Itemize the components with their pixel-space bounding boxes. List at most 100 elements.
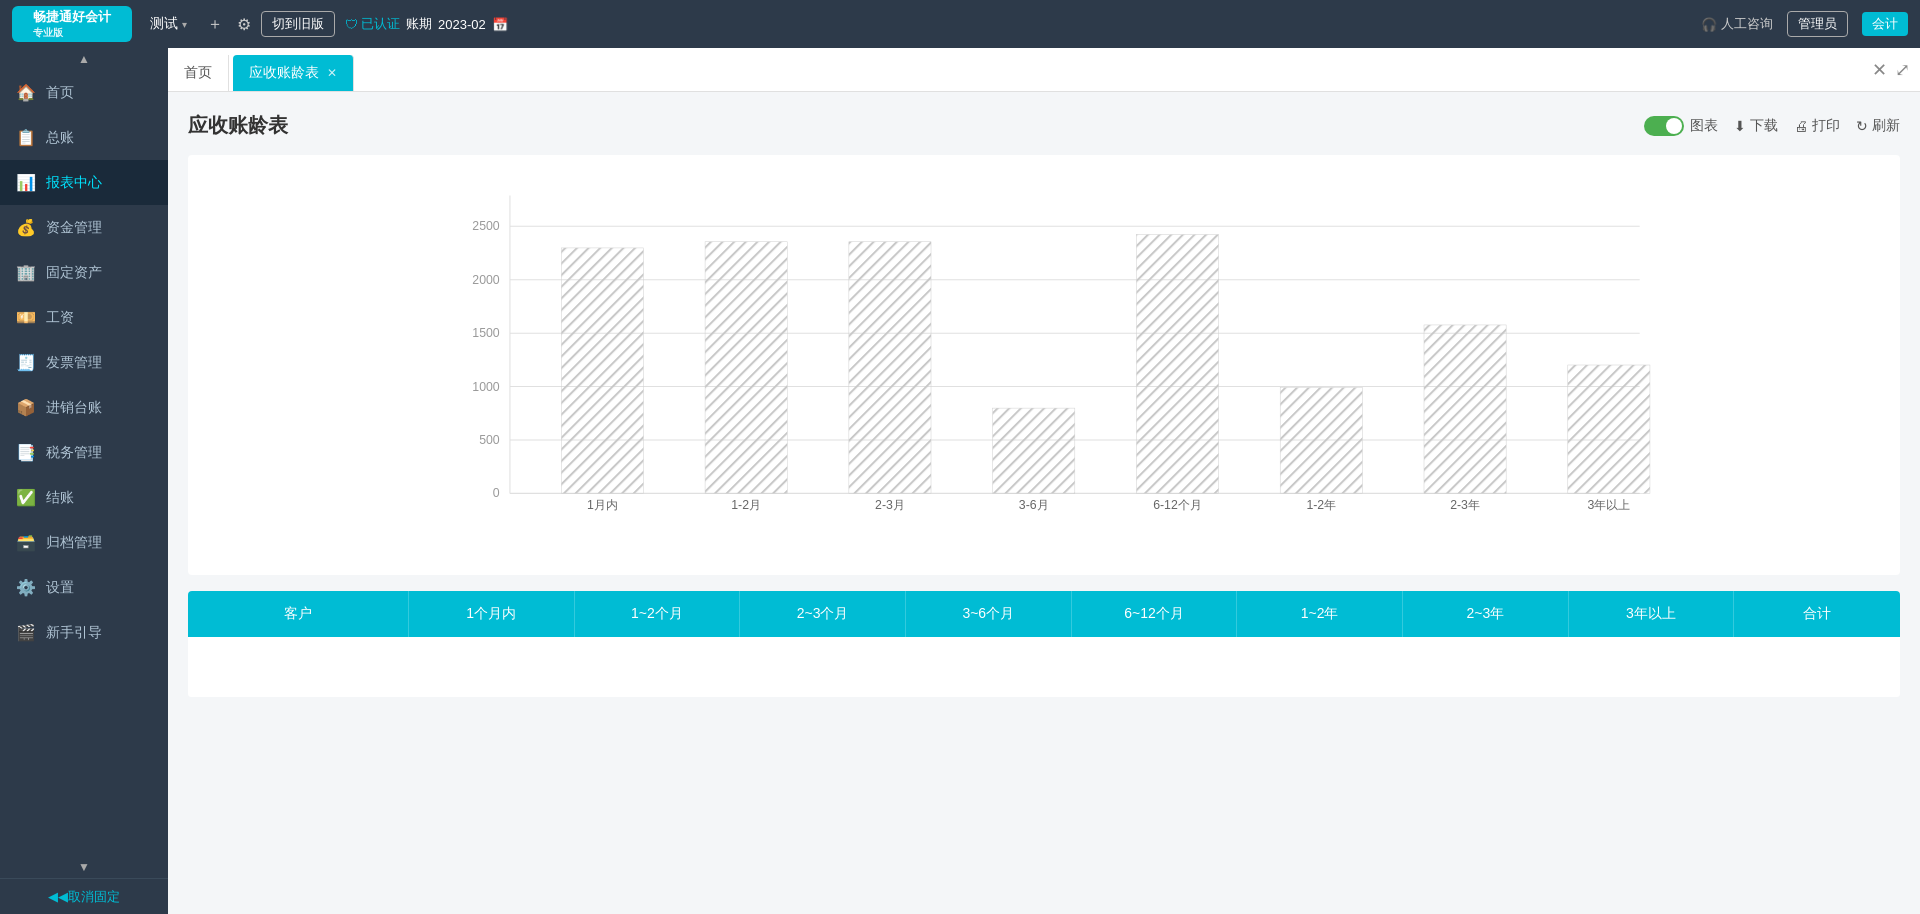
topbar-icons: ＋ ⚙ bbox=[207, 14, 251, 35]
svg-text:0: 0 bbox=[493, 486, 500, 500]
switch-version-button[interactable]: 切到旧版 bbox=[261, 11, 335, 37]
cert-status: 🛡 已认证 账期 2023-02 📅 bbox=[345, 15, 508, 33]
chart-toggle-wrap: 图表 bbox=[1644, 116, 1718, 136]
scroll-down-arrow[interactable]: ▼ bbox=[0, 856, 168, 878]
sidebar-label-home: 首页 bbox=[46, 84, 74, 102]
sidebar-label-settings: 设置 bbox=[46, 579, 74, 597]
chevron-down-icon: ▾ bbox=[182, 19, 187, 30]
sidebar-item-newbie[interactable]: 🎬新手引导 bbox=[0, 610, 168, 655]
sidebar-label-invoice: 发票管理 bbox=[46, 354, 102, 372]
app-logo: 畅捷通好会计 专业版 bbox=[12, 6, 132, 42]
service-button[interactable]: 🎧 人工咨询 bbox=[1701, 15, 1773, 33]
bar-3-6-month bbox=[993, 408, 1075, 493]
chart-toggle[interactable] bbox=[1644, 116, 1684, 136]
sidebar-item-home[interactable]: 🏠 首页 bbox=[0, 70, 168, 115]
tab-close-icon[interactable]: ✕ bbox=[327, 66, 337, 80]
refresh-button[interactable]: ↻ 刷新 bbox=[1856, 117, 1900, 135]
page-content: 应收账龄表 图表 ⬇ 下载 🖨 打印 ↻ bbox=[168, 92, 1920, 914]
download-icon: ⬇ bbox=[1734, 118, 1746, 134]
period-value: 2023-02 bbox=[438, 17, 486, 32]
cert-icon: 🛡 已认证 bbox=[345, 15, 400, 33]
sidebar-item-reports[interactable]: 📊 报表中心 bbox=[0, 160, 168, 205]
download-label: 下载 bbox=[1750, 117, 1778, 135]
settings-icon: ⚙️ bbox=[16, 578, 36, 597]
bar-6-12-month bbox=[1136, 235, 1218, 494]
reports-icon: 📊 bbox=[16, 173, 36, 192]
th-3年以上: 3年以上 bbox=[1569, 591, 1735, 637]
th-2~3年: 2~3年 bbox=[1403, 591, 1569, 637]
chart-toggle-label: 图表 bbox=[1690, 117, 1718, 135]
cert-label: 已认证 bbox=[361, 15, 400, 33]
calendar-icon[interactable]: 📅 bbox=[492, 17, 508, 32]
topbar-right: 🎧 人工咨询 管理员 会计 bbox=[1701, 11, 1908, 37]
chart-container: 0 500 1000 1500 2000 2500 1月内 1-2月 2-3月 bbox=[188, 155, 1900, 575]
sidebar-label-payroll: 工资 bbox=[46, 309, 74, 327]
plus-icon[interactable]: ＋ bbox=[207, 14, 223, 35]
bar-2-3-year bbox=[1424, 325, 1506, 493]
sidebar-item-settings[interactable]: ⚙️ 设置 bbox=[0, 565, 168, 610]
sidebar-item-assets[interactable]: 🏢固定资产 bbox=[0, 250, 168, 295]
period-label: 账期 bbox=[406, 15, 432, 33]
sidebar-item-checkout[interactable]: ✅ 结账 bbox=[0, 475, 168, 520]
logo-edition: 专业版 bbox=[33, 26, 111, 40]
sidebar-item-ledger[interactable]: 📋总账 bbox=[0, 115, 168, 160]
sidebar-item-tax[interactable]: 📑税务管理 bbox=[0, 430, 168, 475]
th-6~12个月: 6~12个月 bbox=[1072, 591, 1238, 637]
expand-button[interactable]: ⤢ bbox=[1895, 59, 1910, 81]
svg-text:6-12个月: 6-12个月 bbox=[1153, 498, 1202, 512]
invoice-icon: 🧾 bbox=[16, 353, 36, 372]
scroll-up-arrow[interactable]: ▲ bbox=[0, 48, 168, 70]
page-actions: 图表 ⬇ 下载 🖨 打印 ↻ 刷新 bbox=[1644, 116, 1900, 136]
unpin-icon: ◀◀ bbox=[48, 889, 68, 904]
svg-text:3年以上: 3年以上 bbox=[1587, 498, 1630, 512]
sidebar-item-archive[interactable]: 🗃️归档管理 bbox=[0, 520, 168, 565]
main-layout: ▲ 🏠 首页 📋总账 📊 报表中心 💰资金管理🏢固定资产 💴 工资 🧾 发票管理 📦进销台账📑税务管… bbox=[0, 48, 1920, 914]
home-tab-label: 首页 bbox=[184, 64, 212, 82]
project-selector[interactable]: 测试 ▾ bbox=[150, 15, 187, 33]
checkout-icon: ✅ bbox=[16, 488, 36, 507]
project-name: 测试 bbox=[150, 15, 178, 33]
svg-text:1-2年: 1-2年 bbox=[1306, 498, 1336, 512]
page-title: 应收账龄表 bbox=[188, 112, 288, 139]
sidebar-label-checkout: 结账 bbox=[46, 489, 74, 507]
unpin-button[interactable]: ◀◀ 取消固定 bbox=[0, 878, 168, 914]
logo-name: 畅捷通好会计 bbox=[33, 9, 111, 24]
tab-home[interactable]: 首页 bbox=[168, 55, 229, 91]
th-合计: 合计 bbox=[1734, 591, 1900, 637]
sidebar-item-invoice[interactable]: 🧾 发票管理 bbox=[0, 340, 168, 385]
refresh-icon: ↻ bbox=[1856, 118, 1868, 134]
th-2~3个月: 2~3个月 bbox=[740, 591, 906, 637]
table-header: 客户1个月内1~2个月2~3个月3~6个月6~12个月1~2年2~3年3年以上合… bbox=[188, 591, 1900, 637]
payroll-icon: 💴 bbox=[16, 308, 36, 327]
sidebar-item-funds[interactable]: 💰资金管理 bbox=[0, 205, 168, 250]
role-button[interactable]: 会计 bbox=[1862, 12, 1908, 36]
user-button[interactable]: 管理员 bbox=[1787, 11, 1848, 37]
sidebar-label-sales: 进销台账 bbox=[46, 399, 102, 417]
th-3~6个月: 3~6个月 bbox=[906, 591, 1072, 637]
sidebar-label-ledger: 总账 bbox=[46, 129, 74, 147]
th-1个月内: 1个月内 bbox=[409, 591, 575, 637]
sidebar-item-sales[interactable]: 📦进销台账 bbox=[0, 385, 168, 430]
table-body bbox=[188, 637, 1900, 697]
tab-bar-right: ✕ ⤢ bbox=[1872, 59, 1910, 81]
bar-1-2-year bbox=[1280, 388, 1362, 494]
sidebar-label-reports: 报表中心 bbox=[46, 174, 102, 192]
assets-icon: 🏢 bbox=[16, 263, 36, 282]
home-icon: 🏠 bbox=[16, 83, 36, 102]
sidebar-label-tax: 税务管理 bbox=[46, 444, 102, 462]
sidebar-item-payroll[interactable]: 💴 工资 bbox=[0, 295, 168, 340]
top-bar: 畅捷通好会计 专业版 测试 ▾ ＋ ⚙ 切到旧版 🛡 已认证 账期 2023-0… bbox=[0, 0, 1920, 48]
unpin-label: 取消固定 bbox=[68, 888, 120, 906]
archive-icon: 🗃️ bbox=[16, 533, 36, 552]
sidebar-label-newbie: 新手引导 bbox=[46, 624, 102, 642]
tab-ar-aging[interactable]: 应收账龄表 ✕ bbox=[233, 55, 354, 91]
sidebar: ▲ 🏠 首页 📋总账 📊 报表中心 💰资金管理🏢固定资产 💴 工资 🧾 发票管理 📦进销台账📑税务管… bbox=[0, 48, 168, 914]
print-button[interactable]: 🖨 打印 bbox=[1794, 117, 1840, 135]
svg-text:2000: 2000 bbox=[472, 273, 500, 287]
sidebar-nav: 🏠首页📋总账📊报表中心💰资金管理🏢固定资产💴工资🧾发票管理📦进销台账📑税务管理✅… bbox=[0, 70, 168, 856]
bar-1-month bbox=[561, 248, 643, 493]
close-panel-button[interactable]: ✕ bbox=[1872, 59, 1887, 81]
settings-icon[interactable]: ⚙ bbox=[237, 15, 251, 34]
download-button[interactable]: ⬇ 下载 bbox=[1734, 117, 1778, 135]
bar-3plus-year bbox=[1568, 365, 1650, 493]
